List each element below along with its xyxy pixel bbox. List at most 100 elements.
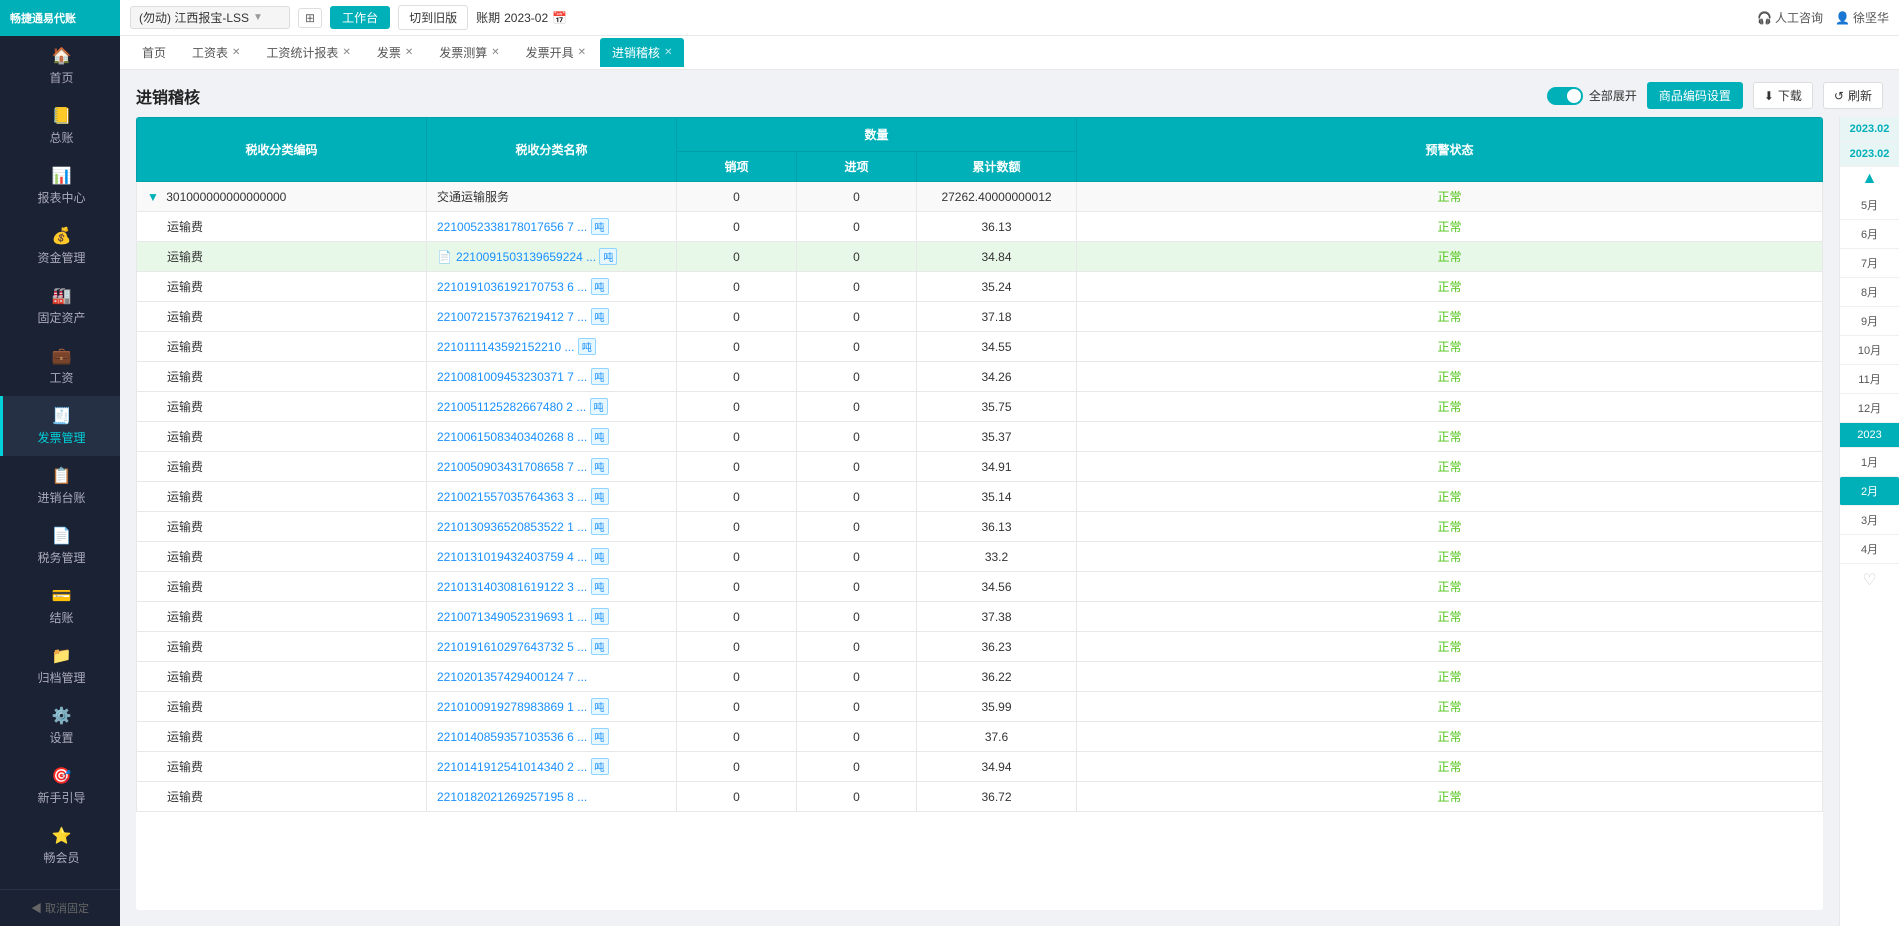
tab-sales-check-close[interactable]: ✕ bbox=[664, 47, 672, 58]
settings-button[interactable]: 商品编码设置 bbox=[1647, 82, 1743, 109]
invoice-mgmt-icon: 🧾 bbox=[52, 406, 72, 426]
cell-item: 运输费 bbox=[137, 272, 427, 302]
cell-item: 运输费 bbox=[137, 632, 427, 662]
tab-salary-report-close[interactable]: ✕ bbox=[342, 47, 350, 58]
cell-status: 正常 bbox=[1077, 602, 1823, 632]
ledger-icon: 📒 bbox=[52, 106, 72, 126]
sidebar-item-label: 畅会员 bbox=[43, 849, 79, 866]
sidebar-item-salary[interactable]: 💼 工资 bbox=[0, 336, 120, 396]
sidebar-item-label: 发票管理 bbox=[37, 429, 85, 446]
cell-sale: 0 bbox=[677, 692, 797, 722]
switchback-button[interactable]: 切到旧版 bbox=[398, 5, 468, 30]
sidebar-item-tax[interactable]: 📄 税务管理 bbox=[0, 516, 120, 576]
unit-tag: 吨 bbox=[591, 218, 609, 235]
tab-invoice-check[interactable]: 发票测算 ✕ bbox=[427, 38, 511, 67]
tab-invoice-open-close[interactable]: ✕ bbox=[578, 47, 586, 58]
right-panel-heart[interactable]: ♡ bbox=[1840, 564, 1899, 596]
cell-status: 正常 bbox=[1077, 692, 1823, 722]
cell-status: 正常 bbox=[1077, 392, 1823, 422]
sidebar-item-ledger[interactable]: 📒 总账 bbox=[0, 96, 120, 156]
table-row: 运输费 2210071349052319693 1 ... 吨 0 0 37.3… bbox=[137, 602, 1823, 632]
sidebar-item-funds[interactable]: 💰 资金管理 bbox=[0, 216, 120, 276]
right-panel-month-7[interactable]: 7月 bbox=[1840, 249, 1899, 278]
tab-salary-close[interactable]: ✕ bbox=[232, 47, 240, 58]
right-panel-year-2023-2[interactable]: 2023.02 bbox=[1840, 142, 1899, 167]
right-panel-month-4[interactable]: 4月 bbox=[1840, 535, 1899, 564]
right-panel-month-8[interactable]: 8月 bbox=[1840, 278, 1899, 307]
tab-home[interactable]: 首页 bbox=[130, 38, 178, 67]
cell-sale: 0 bbox=[677, 662, 797, 692]
sidebar-item-invoice-mgmt[interactable]: 🧾 发票管理 bbox=[0, 396, 120, 456]
right-panel-month-9[interactable]: 9月 bbox=[1840, 307, 1899, 336]
sidebar-item-home[interactable]: 🏠 首页 bbox=[0, 36, 120, 96]
right-panel-current-year[interactable]: 2023 bbox=[1840, 423, 1899, 448]
tab-invoice-label: 发票 bbox=[377, 44, 401, 61]
right-panel-month-12[interactable]: 12月 bbox=[1840, 394, 1899, 423]
unit-tag: 吨 bbox=[591, 698, 609, 715]
right-panel: 2023.02 2023.02 ▲ 5月 6月 7月 8月 9月 10月 11月… bbox=[1839, 117, 1899, 926]
topbar-right: 🎧 人工咨询 👤 徐坚华 bbox=[1757, 9, 1889, 26]
sidebar-item-label: 设置 bbox=[49, 729, 73, 746]
sidebar-item-label: 总账 bbox=[49, 129, 73, 146]
period-label: 账期 bbox=[476, 9, 500, 26]
cell-purchase: 0 bbox=[797, 602, 917, 632]
sidebar-item-member[interactable]: ⭐ 畅会员 bbox=[0, 816, 120, 876]
tab-invoice-close[interactable]: ✕ bbox=[405, 47, 413, 58]
right-panel-scroll-up[interactable]: ▲ bbox=[1840, 167, 1899, 191]
cell-sale: 0 bbox=[677, 602, 797, 632]
sidebar-item-guide[interactable]: 🎯 新手引导 bbox=[0, 756, 120, 816]
cell-cumulative: 35.99 bbox=[917, 692, 1077, 722]
refresh-button[interactable]: ↺ 刷新 bbox=[1823, 82, 1883, 109]
right-panel-month-5[interactable]: 5月 bbox=[1840, 191, 1899, 220]
tab-invoice-check-close[interactable]: ✕ bbox=[491, 47, 499, 58]
download-icon: ⬇ bbox=[1764, 89, 1774, 103]
sidebar-item-report[interactable]: 📊 报表中心 bbox=[0, 156, 120, 216]
cell-sale: 0 bbox=[677, 362, 797, 392]
right-panel-year-2023-1[interactable]: 2023.02 bbox=[1840, 117, 1899, 142]
cell-status: 正常 bbox=[1077, 752, 1823, 782]
table-row: 运输费 2210021557035764363 3 ... 吨 0 0 35.1… bbox=[137, 482, 1823, 512]
tab-sales-check[interactable]: 进销稽核 ✕ bbox=[600, 38, 684, 67]
sidebar-item-settlement[interactable]: 💳 结账 bbox=[0, 576, 120, 636]
tab-salary-report[interactable]: 工资统计报表 ✕ bbox=[254, 38, 362, 67]
copy-company-button[interactable]: ⊞ bbox=[298, 8, 322, 28]
table-row: 运输费 2210111143592152210 ... 吨 0 0 34.55 … bbox=[137, 332, 1823, 362]
cell-cumulative: 36.13 bbox=[917, 512, 1077, 542]
sidebar-unpin-button[interactable]: ◀ 取消固定 bbox=[0, 889, 120, 926]
user-menu-button[interactable]: 👤 徐坚华 bbox=[1835, 9, 1889, 26]
page-header: 进销稽核 全部展开 商品编码设置 ⬇ 下载 ↺ 刷新 bbox=[120, 70, 1899, 117]
cell-sale: 0 bbox=[677, 632, 797, 662]
right-panel-month-11[interactable]: 11月 bbox=[1840, 365, 1899, 394]
table-row: 运输费 2210061508340340268 8 ... 吨 0 0 35.3… bbox=[137, 422, 1823, 452]
sidebar-item-archive[interactable]: 📁 归档管理 bbox=[0, 636, 120, 696]
data-table-container: 税收分类编码 税收分类名称 数量 预警状态 销项 进项 累计数额 bbox=[136, 117, 1823, 910]
unit-tag: 吨 bbox=[578, 338, 596, 355]
right-panel-month-2[interactable]: 2月 bbox=[1840, 477, 1899, 506]
settings-icon: ⚙️ bbox=[52, 706, 72, 726]
sidebar-item-assets[interactable]: 🏭 固定资产 bbox=[0, 276, 120, 336]
tab-invoice[interactable]: 发票 ✕ bbox=[365, 38, 425, 67]
expand-icon[interactable]: ▼ bbox=[147, 190, 159, 204]
cell-cumulative: 37.6 bbox=[917, 722, 1077, 752]
right-panel-month-6[interactable]: 6月 bbox=[1840, 220, 1899, 249]
download-button[interactable]: ⬇ 下载 bbox=[1753, 82, 1813, 109]
cell-purchase: 0 bbox=[797, 722, 917, 752]
unit-tag: 吨 bbox=[591, 278, 609, 295]
tab-invoice-open[interactable]: 发票开具 ✕ bbox=[514, 38, 598, 67]
expand-toggle[interactable] bbox=[1547, 87, 1583, 105]
sidebar-item-sales-desk[interactable]: 📋 进销台账 bbox=[0, 456, 120, 516]
right-panel-month-3[interactable]: 3月 bbox=[1840, 506, 1899, 535]
tab-salary[interactable]: 工资表 ✕ bbox=[180, 38, 252, 67]
cell-status: 正常 bbox=[1077, 632, 1823, 662]
col-warning: 预警状态 bbox=[1077, 118, 1823, 182]
customer-service-button[interactable]: 🎧 人工咨询 bbox=[1757, 9, 1823, 26]
right-panel-month-1[interactable]: 1月 bbox=[1840, 448, 1899, 477]
sidebar-item-settings[interactable]: ⚙️ 设置 bbox=[0, 696, 120, 756]
right-panel-month-10[interactable]: 10月 bbox=[1840, 336, 1899, 365]
salary-icon: 💼 bbox=[52, 346, 72, 366]
cell-status: 正常 bbox=[1077, 332, 1823, 362]
worktable-button[interactable]: 工作台 bbox=[330, 6, 390, 29]
unit-tag: 吨 bbox=[599, 248, 617, 265]
cell-status: 正常 bbox=[1077, 482, 1823, 512]
company-selector[interactable]: (勿动) 江西报宝-LSS ▼ bbox=[130, 6, 290, 29]
